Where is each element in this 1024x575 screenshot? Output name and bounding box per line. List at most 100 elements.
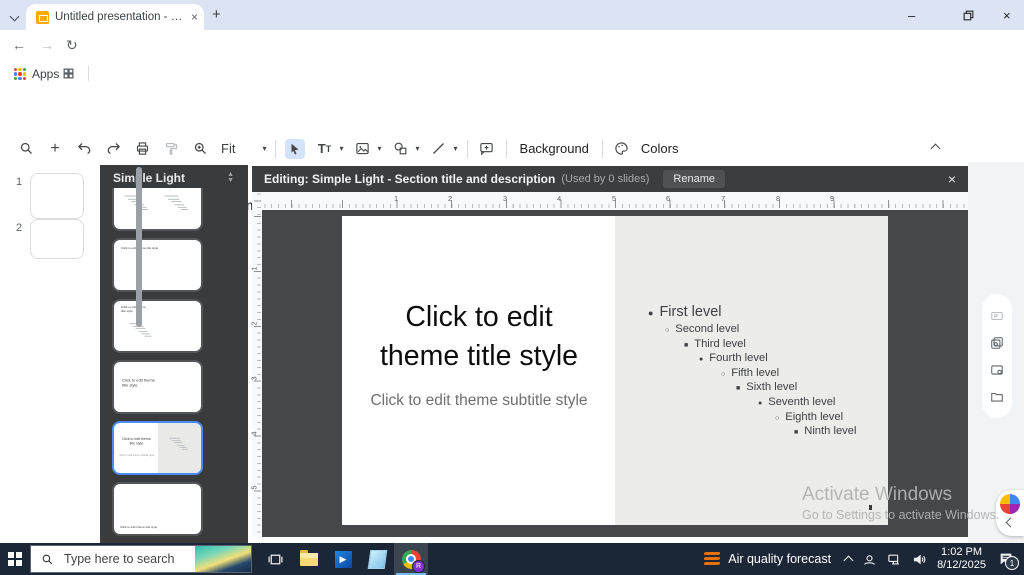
theme-body-placeholder[interactable]: ●First level ○Second level ■Third level …: [648, 304, 856, 440]
tab-close-icon[interactable]: ×: [191, 10, 198, 24]
network-icon[interactable]: [887, 552, 902, 567]
tray-expand-icon[interactable]: [845, 554, 852, 564]
apps-grid-icon[interactable]: [14, 68, 26, 80]
layout-thumbnail-title-body[interactable]: Click to edit theme title style: [112, 299, 203, 353]
movies-tv-button[interactable]: ▶: [326, 543, 360, 575]
layout-thumbnail-title-only[interactable]: Click to edit theme title style: [112, 238, 203, 292]
start-button[interactable]: [0, 543, 30, 575]
insert-line-icon[interactable]: [429, 139, 449, 159]
layout-thumbnail-caption[interactable]: Click to edit theme title style: [112, 482, 203, 536]
extension-icon[interactable]: [1000, 494, 1020, 514]
people-meet-icon[interactable]: [862, 552, 877, 567]
bullet-level-5: ○Fifth level: [648, 367, 856, 382]
zoom-icon[interactable]: [190, 139, 210, 159]
taskbar-search[interactable]: [30, 545, 252, 573]
fit-zoom-select[interactable]: Fit: [221, 141, 235, 156]
notification-badge: 1: [1005, 556, 1019, 570]
tab-title: Untitled presentation - Google: [55, 11, 187, 23]
print-icon[interactable]: [132, 139, 152, 159]
image-badge-icon[interactable]: [990, 363, 1004, 377]
contacts-card-icon[interactable]: [990, 309, 1004, 323]
news-status-label[interactable]: Air quality forecast: [728, 552, 831, 566]
theme-panel-header: Simple Light ▲▼: [100, 165, 248, 190]
action-center-button[interactable]: 1: [998, 551, 1014, 567]
layout-thumbnail-section-title-description[interactable]: Click to edit theme title style Click to…: [112, 421, 203, 475]
air-quality-icon[interactable]: [704, 552, 720, 566]
theme-panel-scrollbar[interactable]: [136, 167, 142, 327]
slide-filmstrip: 1 2: [0, 162, 100, 543]
text-dropdown-icon[interactable]: ▾: [339, 144, 343, 153]
shape-dropdown-icon[interactable]: ▾: [416, 144, 420, 153]
select-tool-icon[interactable]: [285, 139, 305, 159]
slide-thumbnail-2[interactable]: [30, 219, 84, 259]
text-box-icon[interactable]: TT: [314, 139, 334, 159]
redo-icon[interactable]: [103, 139, 123, 159]
search-highlight-image[interactable]: [195, 546, 251, 572]
collapse-extension-icon[interactable]: [1007, 518, 1014, 528]
theme-name: Simple Light: [113, 171, 227, 185]
image-dropdown-icon[interactable]: ▾: [377, 144, 381, 153]
bookmark-apps[interactable]: Apps: [32, 67, 59, 81]
volume-icon[interactable]: [912, 552, 927, 567]
window-minimize-button[interactable]: –: [908, 8, 915, 23]
bullet-level-6: ■Sixth level: [648, 381, 856, 396]
reload-icon[interactable]: ↻: [66, 37, 78, 54]
rename-button[interactable]: Rename: [663, 170, 725, 188]
folder-icon[interactable]: [990, 390, 1004, 404]
task-view-button[interactable]: [258, 543, 292, 575]
fit-dropdown-icon[interactable]: ▾: [262, 144, 266, 153]
toolbar-divider: [506, 140, 507, 158]
colors-button[interactable]: Colors: [637, 141, 683, 156]
file-explorer-icon: [300, 553, 318, 566]
background-button[interactable]: Background: [516, 141, 593, 156]
time: 1:02 PM: [941, 546, 982, 558]
photos-stack-icon[interactable]: [990, 336, 1004, 350]
mail-app-button[interactable]: [360, 543, 394, 575]
layout-thumbnail-cascade2col[interactable]: [112, 188, 203, 231]
line-dropdown-icon[interactable]: ▾: [454, 144, 458, 153]
window-restore-button[interactable]: [962, 9, 975, 22]
bullet-level-3: ■Third level: [648, 338, 856, 353]
collapse-toolbar-icon[interactable]: [932, 139, 939, 157]
browser-tab[interactable]: Untitled presentation - Google ×: [26, 4, 204, 30]
slide-number: 2: [16, 222, 22, 234]
theme-sort-icon[interactable]: ▲▼: [227, 172, 234, 184]
new-slide-icon[interactable]: +: [45, 139, 65, 159]
date: 8/12/2025: [937, 559, 986, 571]
taskbar-clock[interactable]: 1:02 PM 8/12/2025: [937, 546, 986, 572]
side-panel: [982, 294, 1012, 418]
window-close-button[interactable]: ×: [1003, 8, 1011, 23]
insert-shape-icon[interactable]: [391, 139, 411, 159]
layout-thumbnail-section-title[interactable]: Click to edit theme title style: [112, 360, 203, 414]
bookmark-grid-icon[interactable]: [62, 67, 75, 80]
insert-image-icon[interactable]: [352, 139, 372, 159]
extension-float-button[interactable]: [996, 490, 1024, 536]
bullet-level-9: ■Ninth level: [648, 425, 856, 440]
bullet-level-2: ○Second level: [648, 323, 856, 338]
slide-editor[interactable]: Click to edit theme title style Click to…: [342, 216, 888, 525]
theme-subtitle-placeholder[interactable]: Click to edit theme subtitle style: [356, 392, 602, 410]
slides-favicon-icon: [36, 11, 49, 24]
theme-colors-icon[interactable]: [612, 139, 632, 159]
chrome-button[interactable]: R: [394, 543, 428, 575]
theme-layouts-panel: Simple Light ▲▼ Click to edit theme titl…: [100, 165, 248, 543]
theme-title-placeholder[interactable]: Click to edit theme title style: [362, 298, 596, 376]
slide-thumbnail-1[interactable]: [30, 173, 84, 219]
tab-search-icon[interactable]: [6, 7, 24, 23]
close-theme-editor-icon[interactable]: ×: [948, 171, 956, 187]
search-menus-icon[interactable]: [16, 139, 36, 159]
vertical-ruler: 1 2 3 4 5: [252, 192, 262, 537]
slide-canvas: Click to edit theme title style Click to…: [262, 210, 968, 537]
windows-logo-icon: [8, 552, 22, 566]
new-tab-button[interactable]: +: [212, 6, 221, 23]
insert-comment-icon[interactable]: [477, 139, 497, 159]
undo-icon[interactable]: [74, 139, 94, 159]
file-explorer-button[interactable]: [292, 543, 326, 575]
browser-toolbar: ← → ↻ docs.google.com/presentation/d/1vL…: [0, 30, 1024, 62]
editing-label: Editing: Simple Light - Section title an…: [264, 172, 555, 186]
back-icon[interactable]: ←: [12, 37, 26, 53]
forward-icon[interactable]: →: [40, 37, 54, 53]
search-input[interactable]: [62, 551, 196, 567]
bullet-level-1: ●First level: [648, 304, 856, 323]
chrome-profile-badge: R: [412, 560, 425, 573]
